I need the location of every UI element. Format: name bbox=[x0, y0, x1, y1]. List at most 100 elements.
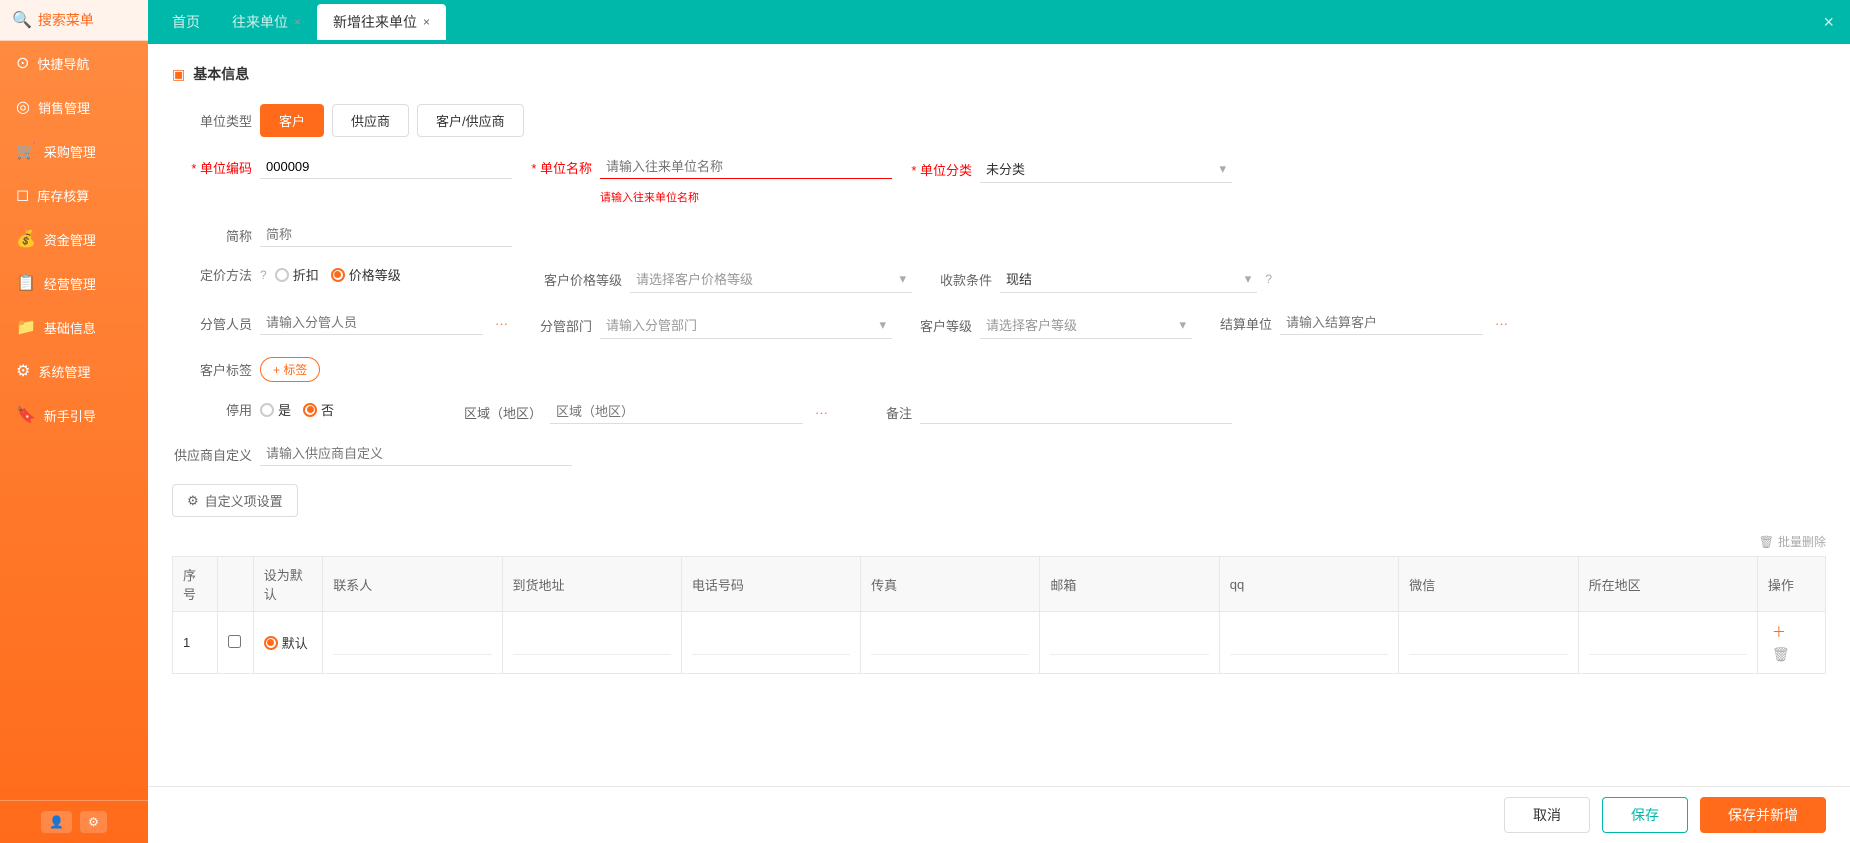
manager-row: 分管人员 ··· 分管部门 请输入分管部门 ▾ 客户等级 请选择客户等级 ▾ 结… bbox=[172, 311, 1826, 339]
tab-new-partner[interactable]: 新增往来单位 × bbox=[317, 4, 446, 40]
address-input[interactable] bbox=[513, 631, 671, 655]
location-input[interactable] bbox=[1589, 631, 1747, 655]
payment-terms-select[interactable]: 现结 ▾ bbox=[1000, 265, 1257, 293]
sidebar-item-label: 新手引导 bbox=[44, 406, 96, 425]
unit-name-input[interactable] bbox=[600, 155, 892, 179]
manager-input[interactable] bbox=[260, 311, 483, 335]
disable-region-row: 停用 是 否 区域（地区） ··· 备注 bbox=[172, 400, 1826, 424]
tag-group: 客户标签 + 标签 bbox=[172, 357, 572, 382]
finance-icon: 💰 bbox=[16, 229, 36, 249]
chevron-down-icon4: ▾ bbox=[879, 317, 886, 333]
customer-price-level-select[interactable]: 请选择客户价格等级 ▾ bbox=[630, 265, 912, 293]
search-icon: 🔍 bbox=[12, 10, 32, 30]
row-delete-btn[interactable]: 🗑 bbox=[1768, 644, 1794, 665]
btn-type-customer[interactable]: 客户 bbox=[260, 104, 324, 137]
sidebar-item-system[interactable]: ⚙ 系统管理 bbox=[0, 349, 148, 393]
email-input[interactable] bbox=[1050, 631, 1208, 655]
pricing-help-icon[interactable]: ? bbox=[260, 268, 267, 282]
sidebar-search[interactable]: 🔍 搜索菜单 bbox=[0, 0, 148, 41]
tab-partners-close[interactable]: × bbox=[294, 15, 301, 29]
radio-default[interactable]: 默认 bbox=[264, 633, 312, 652]
save-new-button[interactable]: 保存并新增 bbox=[1700, 797, 1826, 833]
col-qq: qq bbox=[1219, 557, 1399, 612]
region-group: 区域（地区） ··· bbox=[452, 400, 832, 424]
pricing-label: 定价方法 bbox=[172, 265, 252, 284]
contact-input[interactable] bbox=[333, 631, 491, 655]
tab-bar-close-btn[interactable]: × bbox=[1815, 8, 1842, 37]
custom-settings-btn[interactable]: ⚙ 自定义项设置 bbox=[172, 484, 298, 517]
abbr-label: 简称 bbox=[172, 226, 252, 245]
region-dots-btn[interactable]: ··· bbox=[811, 405, 832, 420]
qq-input[interactable] bbox=[1230, 631, 1389, 655]
unit-code-input[interactable] bbox=[260, 155, 512, 179]
cell-address[interactable] bbox=[502, 612, 681, 674]
wechat-input[interactable] bbox=[1409, 631, 1567, 655]
department-select[interactable]: 请输入分管部门 ▾ bbox=[600, 311, 892, 339]
payment-terms-help-icon[interactable]: ? bbox=[1265, 272, 1272, 286]
customer-level-group: 客户等级 请选择客户等级 ▾ bbox=[892, 311, 1192, 339]
phone-input[interactable] bbox=[692, 631, 850, 655]
cell-contact[interactable] bbox=[323, 612, 502, 674]
cell-wechat[interactable] bbox=[1399, 612, 1578, 674]
region-input[interactable] bbox=[550, 400, 803, 424]
save-button[interactable]: 保存 bbox=[1602, 797, 1688, 833]
tab-new-partner-label: 新增往来单位 bbox=[333, 12, 417, 32]
fax-input[interactable] bbox=[871, 631, 1029, 655]
sidebar-item-finance[interactable]: 💰 资金管理 bbox=[0, 217, 148, 261]
settlement-dots-btn[interactable]: ··· bbox=[1491, 316, 1512, 331]
system-icon: ⚙ bbox=[16, 361, 30, 381]
cell-qq[interactable] bbox=[1219, 612, 1399, 674]
disable-label: 停用 bbox=[172, 400, 252, 419]
unit-name-group: * 单位名称 请输入往来单位名称 bbox=[512, 155, 892, 205]
radio-discount[interactable]: 折扣 bbox=[275, 265, 319, 284]
sidebar-settings-btn[interactable]: ⚙ bbox=[80, 811, 107, 833]
contact-table: 序号 设为默认 联系人 到货地址 电话号码 传真 邮箱 qq 微信 所在地区 操… bbox=[172, 556, 1826, 674]
sidebar-item-operations[interactable]: 📋 经营管理 bbox=[0, 261, 148, 305]
sidebar-item-quick-nav[interactable]: ⊙ 快捷导航 bbox=[0, 41, 148, 85]
col-action: 操作 bbox=[1757, 557, 1825, 612]
cell-email[interactable] bbox=[1040, 612, 1219, 674]
radio-disable-yes[interactable]: 是 bbox=[260, 400, 291, 419]
settlement-input[interactable] bbox=[1280, 311, 1483, 335]
batch-delete-label[interactable]: 批量删除 bbox=[1778, 533, 1826, 550]
sidebar-item-inventory[interactable]: ◻ 库存核算 bbox=[0, 173, 148, 217]
unit-code-group: * 单位编码 bbox=[172, 155, 512, 179]
sidebar-item-guide[interactable]: 🔖 新手引导 bbox=[0, 393, 148, 437]
customer-level-select[interactable]: 请选择客户等级 ▾ bbox=[980, 311, 1192, 339]
remark-input[interactable] bbox=[920, 400, 1232, 424]
cancel-button[interactable]: 取消 bbox=[1504, 797, 1590, 833]
add-tag-btn[interactable]: + 标签 bbox=[260, 357, 320, 382]
tab-partners[interactable]: 往来单位 × bbox=[216, 4, 317, 40]
chevron-down-icon: ▾ bbox=[1219, 161, 1226, 177]
sidebar-user-btn[interactable]: 👤 bbox=[41, 811, 72, 833]
unit-category-select[interactable]: 未分类 ▾ bbox=[980, 155, 1232, 183]
sidebar-item-purchase[interactable]: 🛒 采购管理 bbox=[0, 129, 148, 173]
cell-fax[interactable] bbox=[861, 612, 1040, 674]
section-icon: ▣ bbox=[172, 66, 185, 83]
sidebar-item-sales[interactable]: ◎ 销售管理 bbox=[0, 85, 148, 129]
radio-price-level[interactable]: 价格等级 bbox=[331, 265, 401, 284]
cell-location[interactable] bbox=[1578, 612, 1757, 674]
cell-default: 默认 bbox=[253, 612, 322, 674]
abbr-input[interactable] bbox=[260, 223, 512, 247]
cell-checkbox[interactable] bbox=[217, 612, 253, 674]
radio-disable-no[interactable]: 否 bbox=[303, 400, 334, 419]
table-row: 1 默认 bbox=[173, 612, 1826, 674]
btn-type-both[interactable]: 客户/供应商 bbox=[417, 104, 524, 137]
customer-price-level-group: 客户价格等级 请选择客户价格等级 ▾ bbox=[532, 265, 912, 293]
col-wechat: 微信 bbox=[1399, 557, 1578, 612]
tab-home[interactable]: 首页 bbox=[156, 4, 216, 40]
row-add-btn[interactable]: ＋ bbox=[1768, 620, 1790, 644]
col-location: 所在地区 bbox=[1578, 557, 1757, 612]
supplier-custom-input[interactable] bbox=[260, 442, 572, 466]
cell-phone[interactable] bbox=[681, 612, 860, 674]
unit-code-label: * 单位编码 bbox=[172, 158, 252, 177]
tab-bar: 首页 往来单位 × 新增往来单位 × × bbox=[148, 0, 1850, 44]
unit-name-label: * 单位名称 bbox=[512, 158, 592, 177]
tab-new-partner-close[interactable]: × bbox=[423, 15, 430, 29]
sidebar-item-base-info[interactable]: 📁 基础信息 bbox=[0, 305, 148, 349]
row-checkbox[interactable] bbox=[228, 635, 241, 648]
btn-type-supplier[interactable]: 供应商 bbox=[332, 104, 409, 137]
batch-delete-area: 🗑 批量删除 bbox=[172, 533, 1826, 550]
manager-dots-btn[interactable]: ··· bbox=[491, 316, 512, 331]
